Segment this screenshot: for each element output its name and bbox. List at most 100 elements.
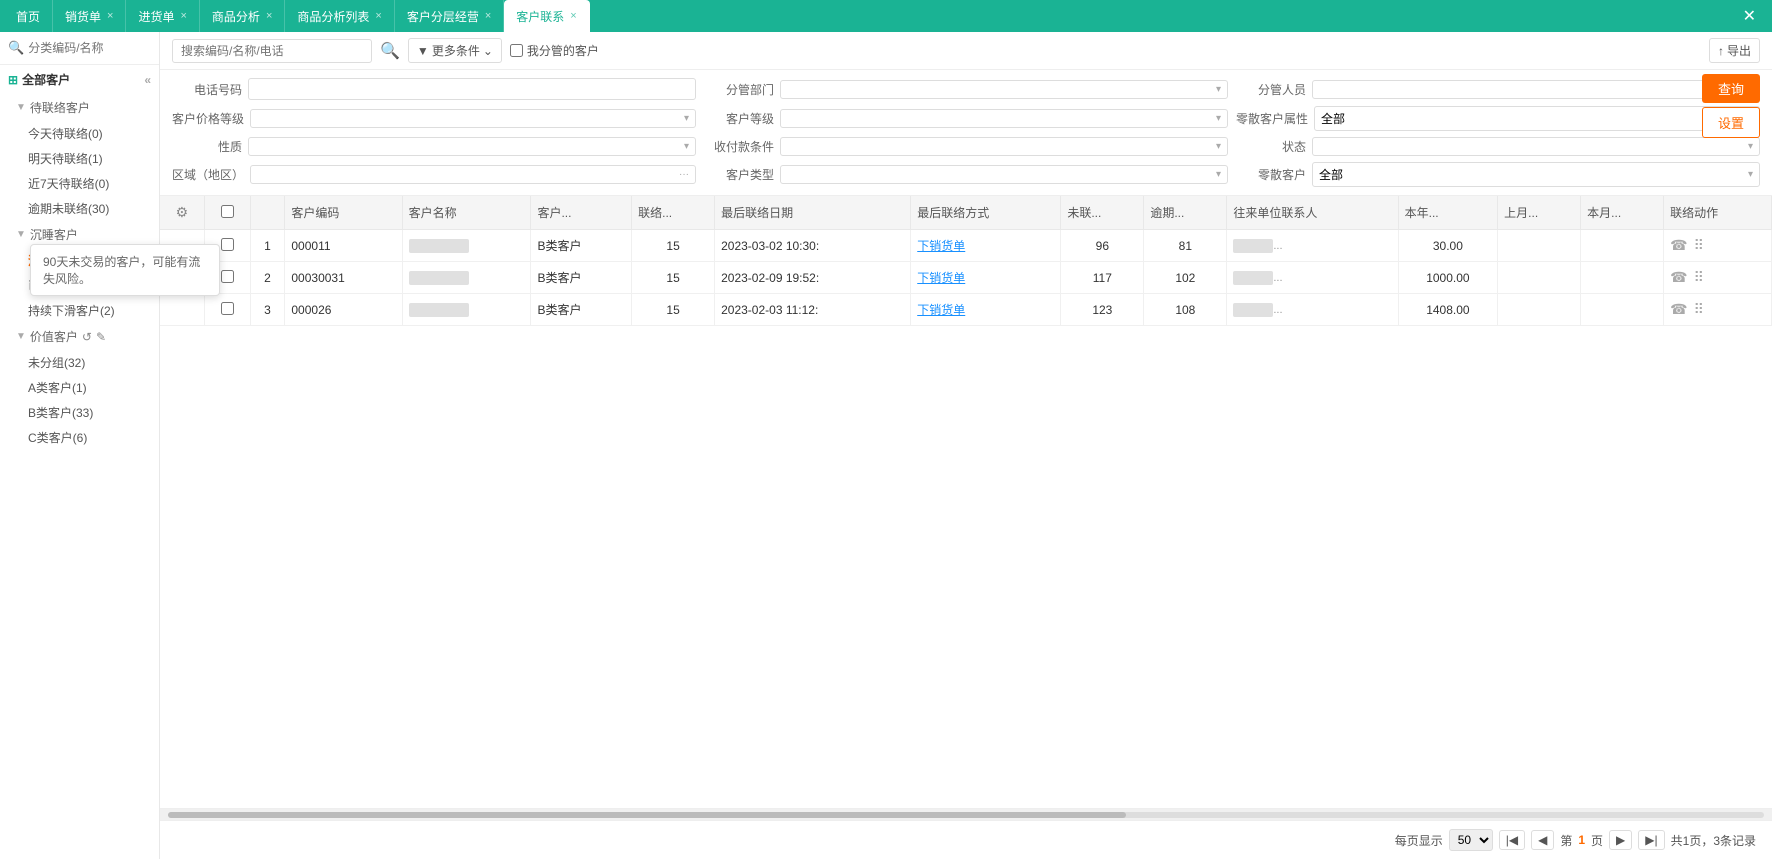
row-1-name [402,262,531,294]
sidebar-search-input[interactable] [28,41,160,55]
nature-label: 性质 [172,138,242,155]
last-page-button[interactable]: ▶| [1638,830,1664,850]
table-row: 3 000026 B类客户 15 2023-02-03 11:12: 下销货单 … [160,294,1772,326]
th-last-date[interactable]: 最后联络日期 [715,196,911,230]
next-page-button[interactable]: ▶ [1609,830,1632,850]
manager-select[interactable]: ··· [1312,80,1760,99]
sidebar-item-c-class[interactable]: C类客户(6) [0,425,159,450]
prev-page-button[interactable]: ◀ [1531,830,1554,850]
select-all-checkbox[interactable] [221,205,234,218]
tab-product-analysis-list-close[interactable]: × [375,10,381,22]
row-0-no-contact: 96 [1061,230,1144,262]
search-input[interactable] [172,39,372,63]
price-level-select[interactable]: ▾ [250,109,696,128]
tab-customer-contact[interactable]: 客户联系 × [504,0,589,32]
th-type[interactable]: 客户... [531,196,632,230]
sidebar-item-7days[interactable]: 近7天待联络(0) [0,171,159,196]
th-code[interactable]: 客户编码 [285,196,402,230]
customer-level-select[interactable]: ▾ [780,109,1228,128]
row-0-last-method[interactable]: 下销货单 [911,230,1061,262]
window-close-button[interactable]: ✕ [1731,6,1768,26]
scatter-customer-select[interactable]: 全部 ▾ [1312,162,1760,187]
horizontal-scrollbar[interactable] [160,808,1772,820]
tab-purchase-close[interactable]: × [180,10,186,22]
scrollbar-track[interactable] [168,812,1764,818]
row-0-phone-icon[interactable]: ☎ [1670,237,1687,254]
sidebar-item-declining[interactable]: 持续下滑客户(2) [0,298,159,323]
sidebar-item-tomorrow[interactable]: 明天待联络(1) [0,146,159,171]
th-name[interactable]: 客户名称 [402,196,531,230]
nature-select[interactable]: ▾ [248,137,696,156]
th-action: 联络动作 [1664,196,1772,230]
more-conditions-button[interactable]: ▼ 更多条件 ⌄ [408,38,502,63]
sidebar-item-unclassified[interactable]: 未分组(32) [0,350,159,375]
my-customers-filter[interactable]: 我分管的客户 [510,42,599,59]
status-select[interactable]: ▾ [1312,137,1760,156]
th-last-month[interactable]: 上月... [1498,196,1581,230]
query-button[interactable]: 查询 [1702,74,1760,103]
region-select[interactable]: ··· [250,165,696,184]
row-2-more-icon[interactable]: ⠿ [1694,301,1704,318]
row-2-last-month [1498,294,1581,326]
th-this-year[interactable]: 本年... [1398,196,1498,230]
tab-customer-tier-label: 客户分层经营 [407,8,479,25]
tab-sales[interactable]: 销货单 × [53,0,126,32]
scatter-attr-label: 零散客户属性 [1236,110,1308,127]
row-1-phone-icon[interactable]: ☎ [1670,269,1687,286]
sidebar-section-waiting[interactable]: ▼ 待联络客户 [0,94,159,121]
tab-customer-contact-close[interactable]: × [570,10,576,22]
th-no-contact[interactable]: 未联... [1061,196,1144,230]
th-this-month[interactable]: 本月... [1581,196,1664,230]
tab-product-analysis-label: 商品分析 [212,8,260,25]
row-1-last-method[interactable]: 下销货单 [911,262,1061,294]
gear-icon[interactable]: ⚙ [176,204,189,220]
tab-sales-close[interactable]: × [107,10,113,22]
th-overdue[interactable]: 逾期... [1144,196,1227,230]
payment-select[interactable]: ▾ [780,137,1228,156]
row-1-more-icon[interactable]: ⠿ [1694,269,1704,286]
first-page-button[interactable]: |◀ [1499,830,1525,850]
row-2-last-method[interactable]: 下销货单 [911,294,1061,326]
th-unit-contact[interactable]: 往来单位联系人 [1227,196,1398,230]
row-0-more-icon[interactable]: ⠿ [1694,237,1704,254]
tab-purchase[interactable]: 进货单 × [126,0,199,32]
sidebar-item-b-class[interactable]: B类客户(33) [0,400,159,425]
sidebar-all-customers[interactable]: ⊞ 全部客户 « [0,65,159,94]
sidebar-item-a-class[interactable]: A类客户(1) [0,375,159,400]
filter-row-2: 客户价格等级 ▾ 客户等级 ▾ 零散客户属性 全部 [172,106,1760,131]
advanced-filter-panel: 查询 设置 电话号码 分管部门 ▾ 分管人员 [160,70,1772,196]
customer-type-select[interactable]: ▾ [780,165,1228,184]
search-button[interactable]: 🔍 [380,41,400,61]
value-refresh-icon[interactable]: ↺ [82,330,92,344]
th-gear[interactable]: ⚙ [160,196,204,230]
tab-customer-tier-close[interactable]: × [485,10,491,22]
scatter-attr-select[interactable]: 全部 ▾ [1314,106,1760,131]
phone-input[interactable] [248,78,696,100]
sidebar-section-value[interactable]: ▼ 价值客户 ↺ ✎ [0,323,159,350]
row-2-checkbox[interactable] [204,294,250,326]
sidebar-item-today[interactable]: 今天待联络(0) [0,121,159,146]
my-customers-checkbox[interactable] [510,44,523,57]
row-2-phone-icon[interactable]: ☎ [1670,301,1687,318]
dept-select[interactable]: ▾ [780,80,1228,99]
scrollbar-thumb[interactable] [168,812,1126,818]
row-0-action: ☎ ⠿ [1664,230,1772,262]
value-edit-icon[interactable]: ✎ [96,330,106,344]
tab-product-analysis-list[interactable]: 商品分析列表 × [285,0,394,32]
tab-customer-tier[interactable]: 客户分层经营 × [395,0,504,32]
page-size-select[interactable]: 50 [1449,829,1493,851]
th-last-method[interactable]: 最后联络方式 [911,196,1061,230]
row-1-index: 2 [250,262,285,294]
customer-level-label: 客户等级 [704,110,774,127]
export-button[interactable]: ↑ 导出 [1709,38,1760,63]
th-checkbox[interactable] [204,196,250,230]
region-label: 区域（地区） [172,166,244,183]
sidebar-item-overdue[interactable]: 逾期未联络(30) [0,196,159,221]
tab-product-analysis-close[interactable]: × [266,10,272,22]
settings-button[interactable]: 设置 [1702,107,1760,138]
customer-level-chevron: ▾ [1216,113,1221,124]
tab-home[interactable]: 首页 [4,0,53,32]
th-contact[interactable]: 联络... [632,196,715,230]
tab-product-analysis[interactable]: 商品分析 × [200,0,285,32]
filter-row-3: 性质 ▾ 收付款条件 ▾ 状态 [172,137,1760,156]
